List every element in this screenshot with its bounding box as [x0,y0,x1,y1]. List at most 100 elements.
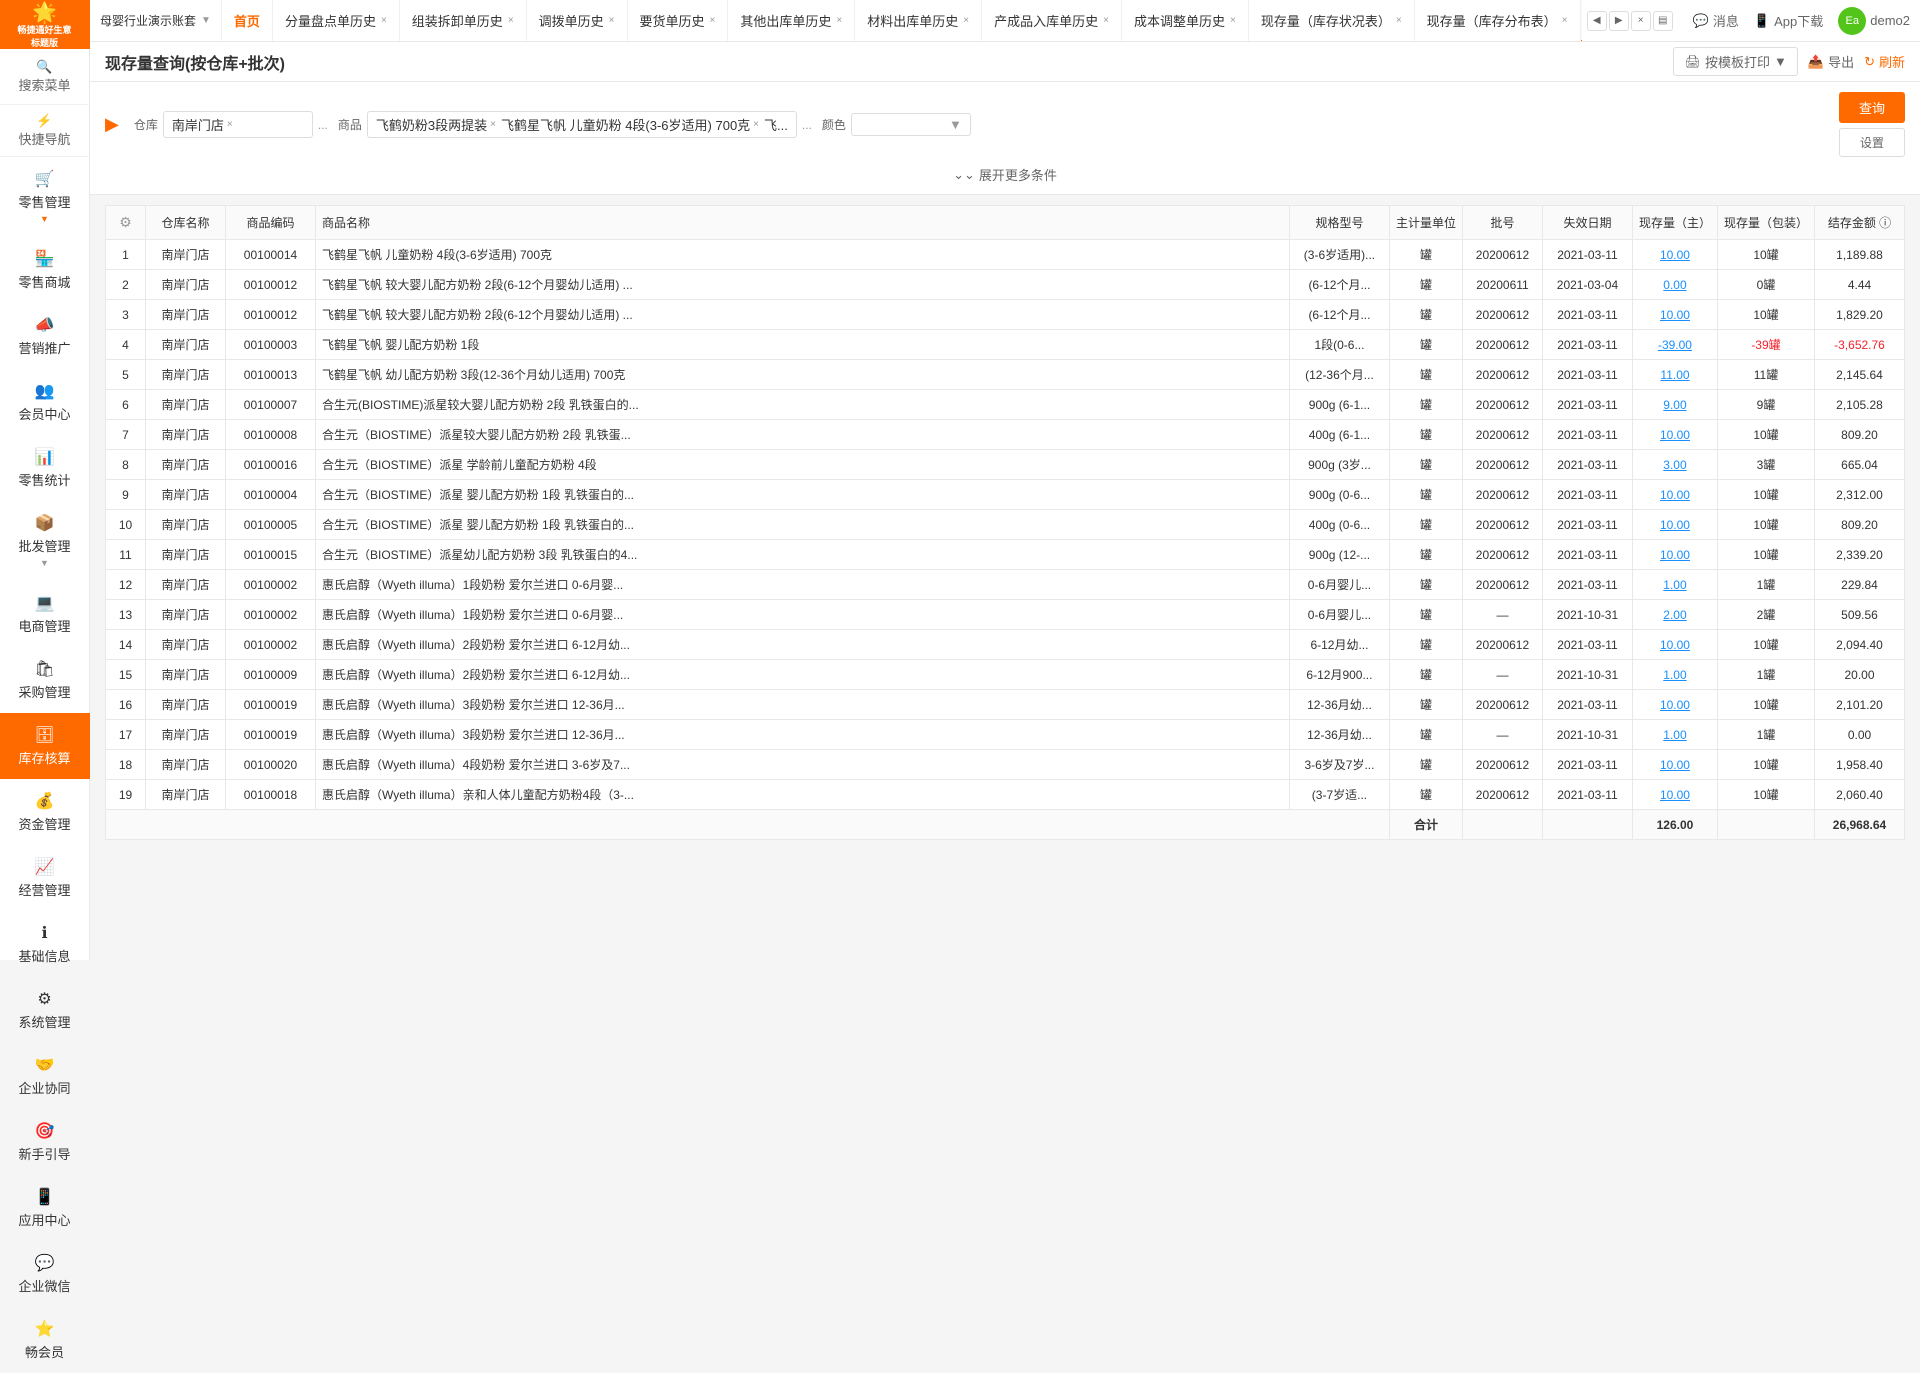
nav-tab-stock-status[interactable]: 现存量（库存状况表） × [1249,0,1415,42]
cell-stock-main[interactable]: 2.00 [1632,600,1717,630]
cell-stock-main[interactable]: 11.00 [1632,360,1717,390]
warehouse-ellipsis[interactable]: ... [318,118,328,132]
user-avatar[interactable]: Ea demo2 [1838,7,1910,35]
sidebar-item-ecommerce[interactable]: 💻 电商管理 [0,581,90,647]
app-download-btn[interactable]: 📱 App下载 [1754,11,1823,30]
cell-expire: 2021-03-11 [1542,450,1632,480]
close-icon[interactable]: × [836,15,842,26]
product-ellipsis[interactable]: ... [802,118,812,132]
nav-tab-split-history[interactable]: 分量盘点单历史 × [273,0,400,42]
search-menu[interactable]: 🔍 搜索菜单 [0,49,90,105]
cell-balance: 2,339.20 [1815,540,1905,570]
header-actions: 🖨 按模板打印 ▼ 📤 导出 ↻ 刷新 [1673,47,1905,76]
sidebar-item-basic[interactable]: ℹ 基础信息 [0,911,90,977]
cell-stock-main[interactable]: 1.00 [1632,720,1717,750]
cell-stock-main[interactable]: -39.00 [1632,330,1717,360]
sidebar-item-shop[interactable]: 🏪 零售商城 [0,237,90,303]
refresh-btn[interactable]: ↻ 刷新 [1864,52,1905,71]
cell-batch: 20200612 [1462,540,1542,570]
nav-tab-other-out[interactable]: 其他出库单历史 × [728,0,855,42]
sidebar-item-app-center[interactable]: 📱 应用中心 [0,1175,90,1241]
cell-stock-main[interactable]: 10.00 [1632,480,1717,510]
nav-tab-cost-adjust[interactable]: 成本调整单历史 × [1122,0,1249,42]
color-select[interactable]: ▼ [851,113,971,136]
sidebar-item-operations[interactable]: 📈 经营管理 [0,845,90,911]
filter-expand-arrow[interactable]: ▶ [105,114,119,135]
sidebar-item-system[interactable]: ⚙ 系统管理 [0,977,90,1043]
sidebar-item-marketing[interactable]: 📣 营销推广 [0,303,90,369]
close-icon[interactable]: × [381,15,387,26]
close-icon[interactable]: × [710,15,716,26]
export-btn[interactable]: 📤 导出 [1808,52,1854,71]
close-icon[interactable]: × [508,15,514,26]
cell-spec: 900g (12-... [1289,540,1389,570]
sidebar-item-purchase[interactable]: 🛍 采购管理 [0,647,90,713]
sidebar-item-enterprise[interactable]: 🤝 企业协同 [0,1043,90,1109]
cell-stock-main[interactable]: 10.00 [1632,630,1717,660]
sidebar-item-label: 应用中心 [5,1210,85,1229]
sidebar-item-guide[interactable]: 🎯 新手引导 [0,1109,90,1175]
sidebar-item-stats[interactable]: 📊 零售统计 [0,435,90,501]
cell-batch: 20200611 [1462,270,1542,300]
cell-warehouse: 南岸门店 [146,750,226,780]
settings-gear-icon[interactable]: ⚙ [119,214,132,230]
search-label: 搜索菜单 [5,75,85,94]
nav-close-btn[interactable]: × [1631,11,1651,31]
cell-stock-main[interactable]: 10.00 [1632,540,1717,570]
cell-name: 飞鹤星飞帆 婴儿配方奶粉 1段 [316,330,1290,360]
cell-stock-main[interactable]: 9.00 [1632,390,1717,420]
sidebar-item-vip[interactable]: ⭐ 畅会员 [0,1307,90,1373]
cell-stock-main[interactable]: 10.00 [1632,240,1717,270]
expand-more-btn[interactable]: ⌄⌄ 展开更多条件 [953,165,1057,184]
sidebar-item-wholesale[interactable]: 📦 批发管理 ▼ [0,501,90,581]
cell-expire: 2021-03-11 [1542,240,1632,270]
cell-stock-main[interactable]: 0.00 [1632,270,1717,300]
cell-stock-main[interactable]: 1.00 [1632,660,1717,690]
cell-stock-main[interactable]: 10.00 [1632,300,1717,330]
sidebar-item-retail[interactable]: 🛒 零售管理 ▼ [0,157,90,237]
cell-stock-main[interactable]: 10.00 [1632,780,1717,810]
nav-tab-material-out[interactable]: 材料出库单历史 × [855,0,982,42]
col-header-settings[interactable]: ⚙ [106,206,146,240]
industry-dropdown[interactable]: 母婴行业演示账套 ▼ [90,0,222,42]
settings-button[interactable]: 设置 [1839,128,1905,157]
nav-tab-transfer[interactable]: 调拨单历史 × [527,0,628,42]
close-icon[interactable]: × [1562,15,1568,26]
sidebar-item-inventory[interactable]: 🗄 库存核算 [0,713,90,779]
cell-stock-main[interactable]: 1.00 [1632,570,1717,600]
product-tag-2: 飞鹤星飞帆 儿童奶粉 4段(3-6岁适用) 700克 × [501,115,759,134]
warehouse-tag-remove[interactable]: × [227,119,233,130]
nav-tab-requisition[interactable]: 要货单历史 × [628,0,729,42]
product-tag-container[interactable]: 飞鹤奶粉3段两提装 × 飞鹤星飞帆 儿童奶粉 4段(3-6岁适用) 700克 ×… [367,111,797,138]
nav-menu-btn[interactable]: ▤ [1653,11,1673,31]
sidebar-item-member[interactable]: 👥 会员中心 [0,369,90,435]
close-icon[interactable]: × [1396,15,1402,26]
cell-stock-main[interactable]: 10.00 [1632,690,1717,720]
nav-tab-batch-voucher[interactable]: 库存批次账 × [1581,0,1582,42]
message-btn[interactable]: 💬 消息 [1693,11,1739,30]
nav-tab-production-in[interactable]: 产成品入库单历史 × [982,0,1122,42]
close-icon[interactable]: × [1103,15,1109,26]
sidebar-item-finance[interactable]: 💰 资金管理 [0,779,90,845]
warehouse-tag-container[interactable]: 南岸门店 × [163,111,313,138]
nav-prev-btn[interactable]: ◀ [1587,11,1607,31]
close-icon[interactable]: × [1230,15,1236,26]
nav-tab-stock-dist[interactable]: 现存量（库存分布表） × [1415,0,1581,42]
close-icon[interactable]: × [963,15,969,26]
nav-tab-home[interactable]: 首页 [222,0,273,42]
sidebar-item-wechat[interactable]: 💬 企业微信 [0,1241,90,1307]
quick-nav[interactable]: ⚡ 快捷导航 [0,105,90,157]
cell-unit: 罐 [1389,480,1462,510]
nav-next-btn[interactable]: ▶ [1609,11,1629,31]
template-print-btn[interactable]: 🖨 按模板打印 ▼ [1673,47,1797,76]
cell-stock-main[interactable]: 10.00 [1632,420,1717,450]
product-tag-remove-1[interactable]: × [490,119,496,130]
cell-stock-main[interactable]: 3.00 [1632,450,1717,480]
nav-tab-disassemble[interactable]: 组装拆卸单历史 × [400,0,527,42]
cell-warehouse: 南岸门店 [146,480,226,510]
query-button[interactable]: 查询 [1839,92,1905,123]
cell-stock-main[interactable]: 10.00 [1632,750,1717,780]
close-icon[interactable]: × [609,15,615,26]
cell-stock-main[interactable]: 10.00 [1632,510,1717,540]
product-tag-remove-2[interactable]: × [753,119,759,130]
